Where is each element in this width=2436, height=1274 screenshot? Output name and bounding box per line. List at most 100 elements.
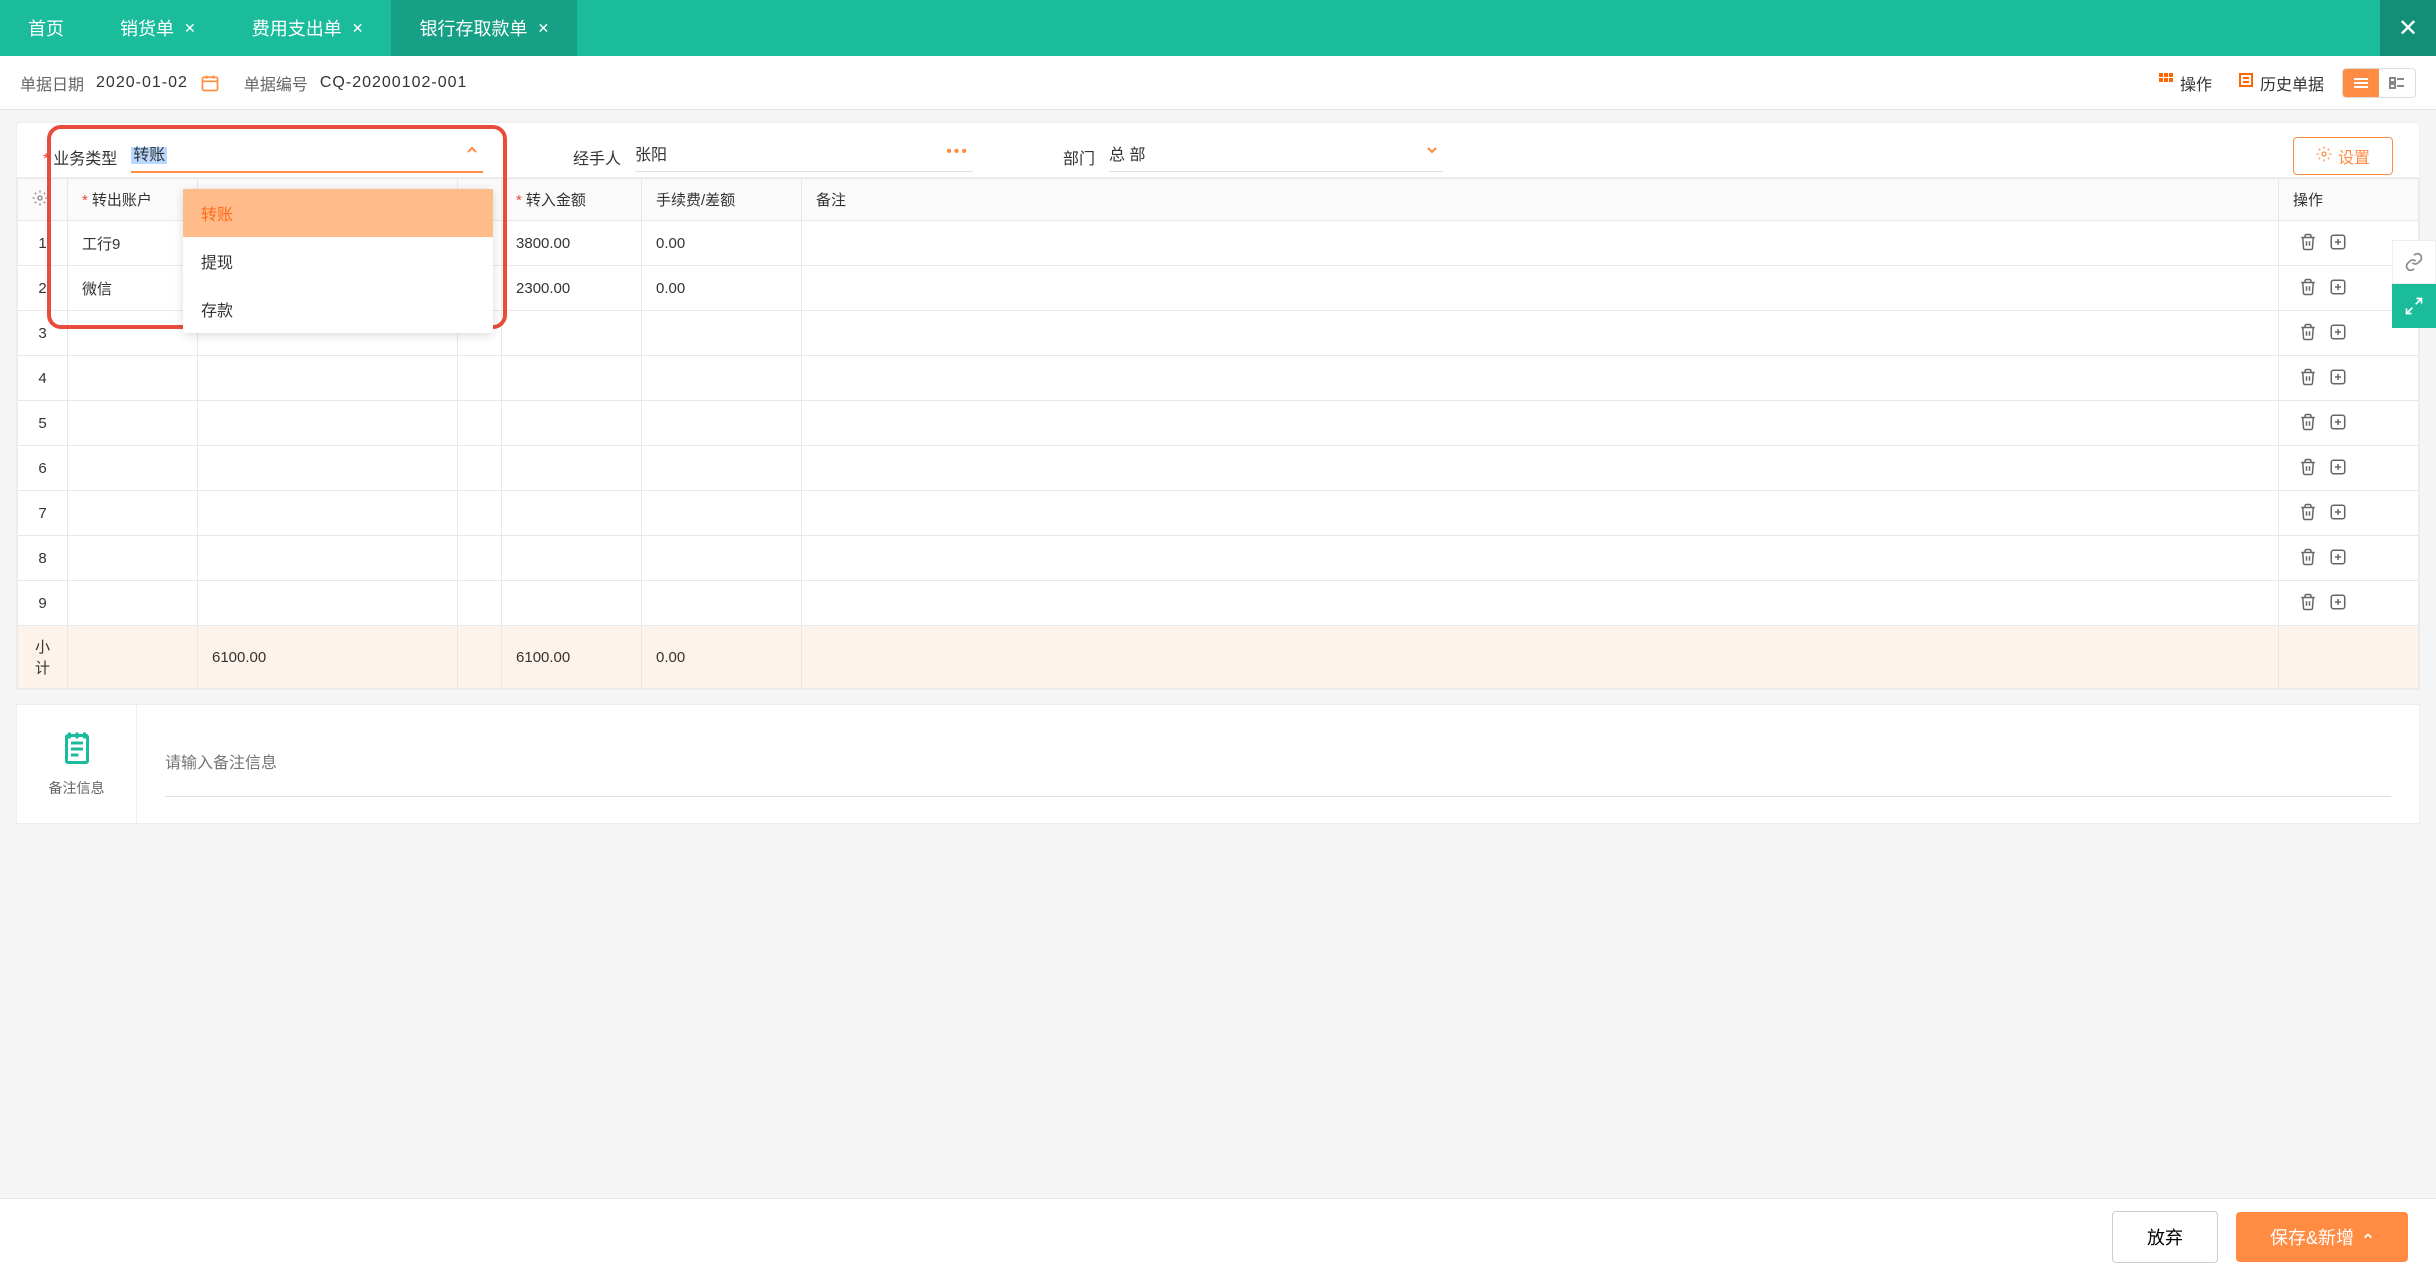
tab-bank[interactable]: 银行存取款单 ✕ xyxy=(391,0,577,56)
close-icon[interactable]: ✕ xyxy=(352,20,364,37)
calendar-icon[interactable] xyxy=(200,73,220,93)
cell[interactable] xyxy=(458,536,502,581)
delete-row-button[interactable] xyxy=(2297,591,2319,613)
in-amount-cell[interactable]: 3800.00 xyxy=(502,221,642,266)
delete-row-button[interactable] xyxy=(2297,366,2319,388)
out-account-cell[interactable] xyxy=(68,356,198,401)
note-cell[interactable] xyxy=(802,491,2279,536)
close-icon[interactable]: ✕ xyxy=(184,20,196,37)
tab-sales[interactable]: 销货单 ✕ xyxy=(92,0,224,56)
fee-cell[interactable] xyxy=(642,581,802,626)
cell[interactable] xyxy=(198,356,458,401)
note-cell[interactable] xyxy=(802,401,2279,446)
dept-dropdown[interactable]: 总 部 xyxy=(1109,141,1443,172)
close-all-button[interactable]: ✕ xyxy=(2380,0,2436,56)
in-amount-cell[interactable] xyxy=(502,356,642,401)
add-row-button[interactable] xyxy=(2327,276,2349,298)
in-amount-cell[interactable] xyxy=(502,446,642,491)
save-button[interactable]: 保存&新增 xyxy=(2236,1212,2408,1262)
in-amount-cell[interactable]: 2300.00 xyxy=(502,266,642,311)
cell[interactable] xyxy=(198,401,458,446)
note-cell[interactable] xyxy=(802,311,2279,356)
cell[interactable] xyxy=(458,356,502,401)
fee-cell[interactable] xyxy=(642,536,802,581)
fee-cell[interactable]: 0.00 xyxy=(642,221,802,266)
close-icon[interactable]: ✕ xyxy=(537,20,549,37)
add-row-button[interactable] xyxy=(2327,501,2349,523)
cell[interactable] xyxy=(458,401,502,446)
note-cell[interactable] xyxy=(802,536,2279,581)
add-row-button[interactable] xyxy=(2327,411,2349,433)
add-row-button[interactable] xyxy=(2327,366,2349,388)
biz-type-dropdown[interactable]: 转账 xyxy=(131,141,483,173)
more-icon[interactable]: ••• xyxy=(946,143,969,161)
delete-row-button[interactable] xyxy=(2297,321,2319,343)
note-cell[interactable] xyxy=(802,356,2279,401)
table-row[interactable]: 7 xyxy=(18,491,2419,536)
out-account-cell[interactable]: 工行9 xyxy=(68,221,198,266)
expand-icon[interactable] xyxy=(2392,284,2436,328)
table-row[interactable]: 8 xyxy=(18,536,2419,581)
cell[interactable] xyxy=(198,581,458,626)
cell[interactable] xyxy=(458,581,502,626)
view-list-button[interactable] xyxy=(2343,69,2379,97)
add-row-button[interactable] xyxy=(2327,231,2349,253)
in-amount-cell[interactable] xyxy=(502,581,642,626)
delete-row-button[interactable] xyxy=(2297,501,2319,523)
in-amount-cell[interactable] xyxy=(502,536,642,581)
cell[interactable] xyxy=(198,491,458,536)
add-row-button[interactable] xyxy=(2327,321,2349,343)
link-icon[interactable] xyxy=(2392,240,2436,284)
note-cell[interactable] xyxy=(802,581,2279,626)
table-row[interactable]: 6 xyxy=(18,446,2419,491)
fee-cell[interactable] xyxy=(642,446,802,491)
cell[interactable] xyxy=(458,491,502,536)
fee-cell[interactable] xyxy=(642,401,802,446)
date-value[interactable]: 2020-01-02 xyxy=(96,74,188,92)
out-account-cell[interactable] xyxy=(68,581,198,626)
settings-button[interactable]: 设置 xyxy=(2293,137,2393,175)
tab-expense[interactable]: 费用支出单 ✕ xyxy=(224,0,392,56)
out-account-cell[interactable] xyxy=(68,536,198,581)
note-cell[interactable] xyxy=(802,446,2279,491)
cell[interactable] xyxy=(198,536,458,581)
table-row[interactable]: 9 xyxy=(18,581,2419,626)
add-row-button[interactable] xyxy=(2327,456,2349,478)
note-cell[interactable] xyxy=(802,221,2279,266)
delete-row-button[interactable] xyxy=(2297,276,2319,298)
tab-home[interactable]: 首页 xyxy=(0,0,92,56)
dropdown-option-transfer[interactable]: 转账 xyxy=(183,189,493,237)
chevron-down-icon[interactable] xyxy=(1425,143,1439,162)
delete-row-button[interactable] xyxy=(2297,546,2319,568)
history-button[interactable]: 历史单据 xyxy=(2230,71,2332,95)
remarks-input[interactable] xyxy=(165,731,2391,797)
in-amount-cell[interactable] xyxy=(502,491,642,536)
out-account-cell[interactable] xyxy=(68,446,198,491)
dropdown-option-deposit[interactable]: 存款 xyxy=(183,285,493,333)
view-card-button[interactable] xyxy=(2379,69,2415,97)
cell[interactable] xyxy=(198,446,458,491)
add-row-button[interactable] xyxy=(2327,591,2349,613)
fee-cell[interactable] xyxy=(642,311,802,356)
table-row[interactable]: 5 xyxy=(18,401,2419,446)
delete-row-button[interactable] xyxy=(2297,456,2319,478)
fee-cell[interactable]: 0.00 xyxy=(642,266,802,311)
in-amount-cell[interactable] xyxy=(502,401,642,446)
delete-row-button[interactable] xyxy=(2297,411,2319,433)
dropdown-option-withdraw[interactable]: 提现 xyxy=(183,237,493,285)
handler-field[interactable]: 张阳 ••• xyxy=(635,141,973,172)
table-row[interactable]: 4 xyxy=(18,356,2419,401)
ops-button[interactable]: 操作 xyxy=(2150,71,2220,95)
discard-button[interactable]: 放弃 xyxy=(2112,1211,2218,1263)
fee-cell[interactable] xyxy=(642,356,802,401)
cell[interactable] xyxy=(458,446,502,491)
fee-cell[interactable] xyxy=(642,491,802,536)
note-cell[interactable] xyxy=(802,266,2279,311)
gear-header[interactable] xyxy=(18,179,68,221)
out-account-cell[interactable] xyxy=(68,311,198,356)
out-account-cell[interactable]: 微信 xyxy=(68,266,198,311)
add-row-button[interactable] xyxy=(2327,546,2349,568)
out-account-cell[interactable] xyxy=(68,491,198,536)
out-account-cell[interactable] xyxy=(68,401,198,446)
in-amount-cell[interactable] xyxy=(502,311,642,356)
